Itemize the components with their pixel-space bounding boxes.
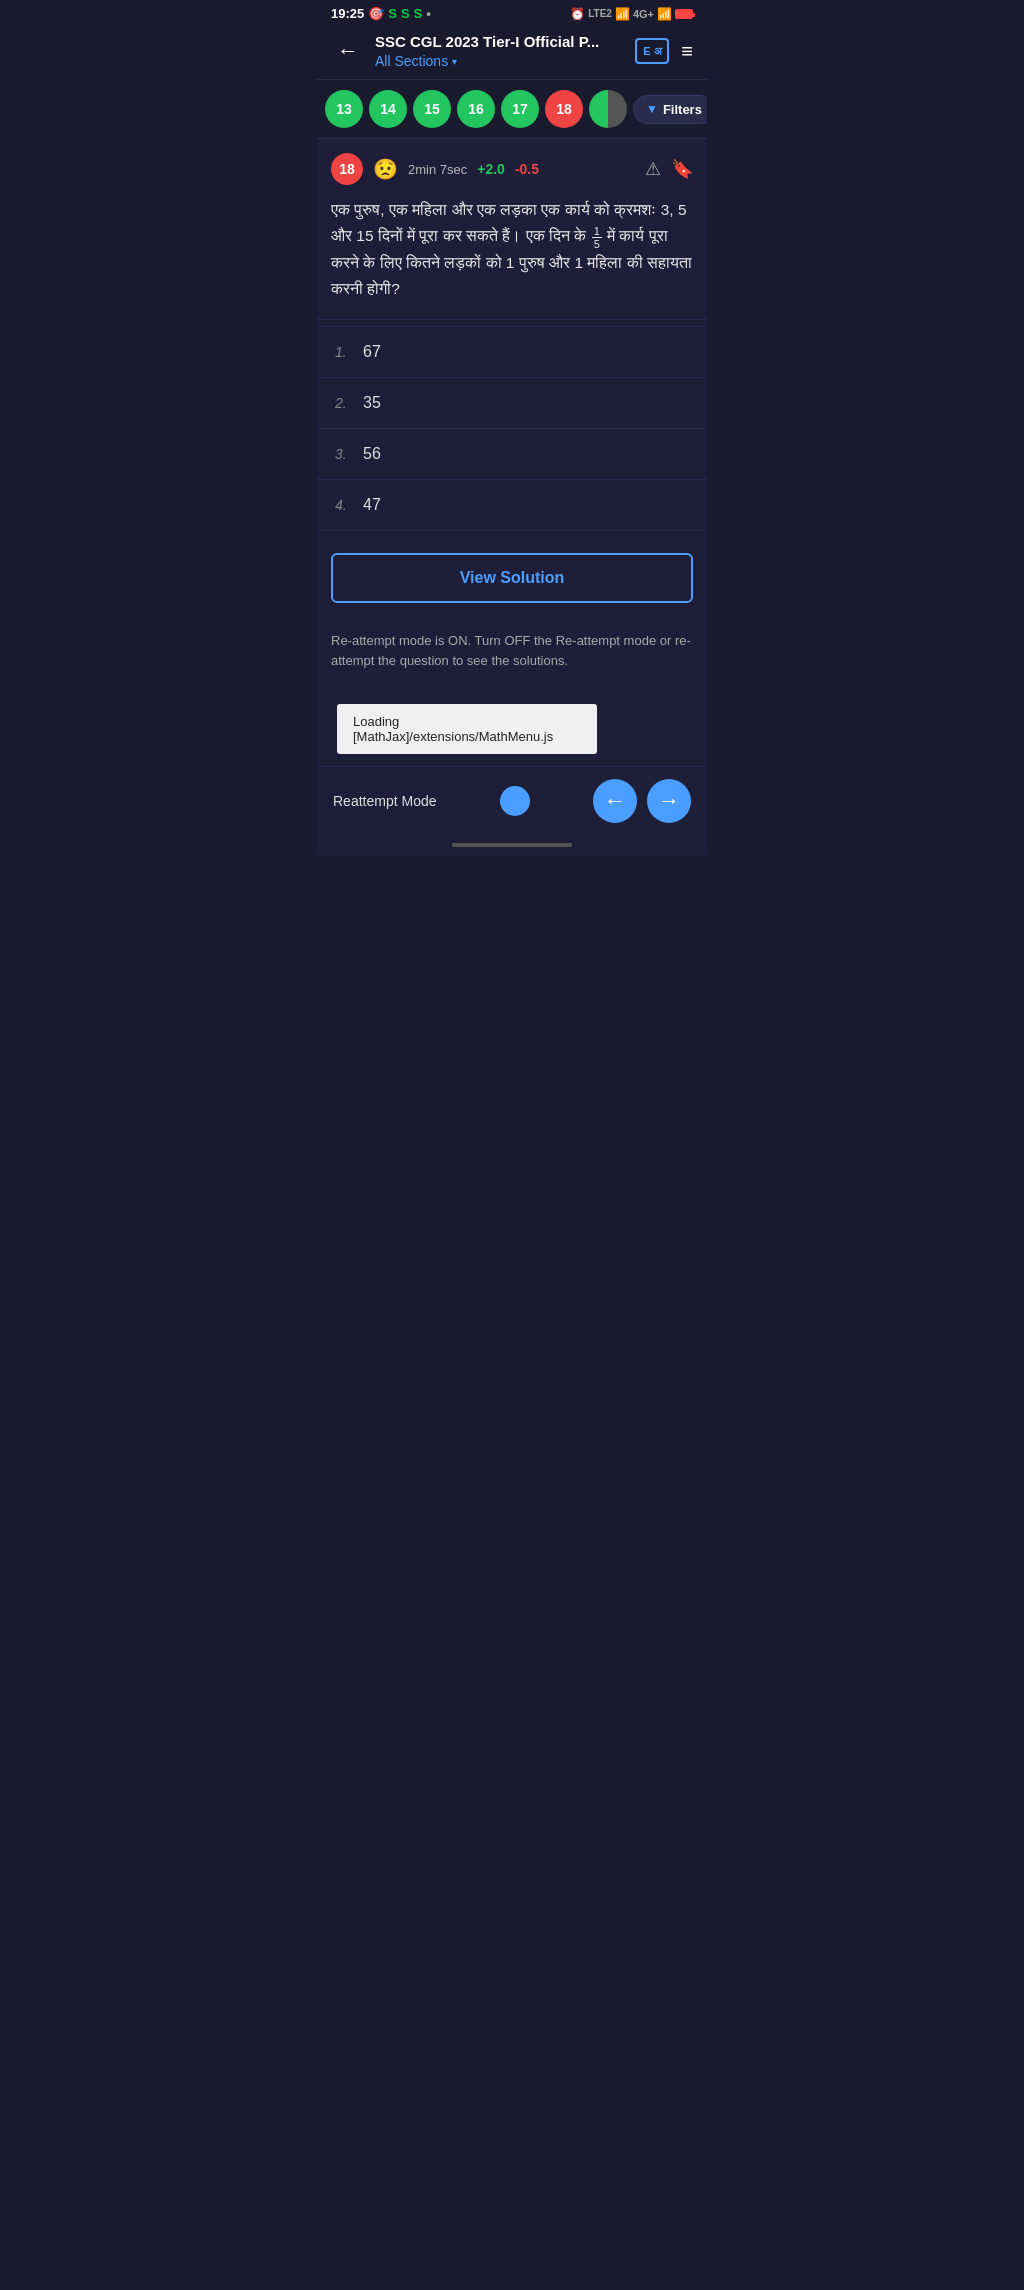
lte2-icon: LTE2 — [588, 8, 612, 19]
question-badge: 18 — [331, 153, 363, 185]
all-sections-dropdown[interactable]: All Sections ▾ — [375, 53, 625, 69]
question-num-17[interactable]: 17 — [501, 90, 539, 128]
option-num-1: 1. — [335, 344, 363, 360]
option-val-3: 56 — [363, 445, 381, 463]
signal-s3: S — [414, 6, 423, 21]
status-bar: 19:25 🎯 S S S • ⏰ LTE2 📶 4G+ 📶 — [317, 0, 707, 25]
negative-marks: -0.5 — [515, 161, 539, 177]
view-solution-section: View Solution — [317, 537, 707, 619]
signal-dot: • — [426, 6, 431, 21]
reattempt-notice: Re-attempt mode is ON. Turn OFF the Re-a… — [317, 619, 707, 693]
signal-s2: S — [401, 6, 410, 21]
navigation-buttons: ← → — [593, 779, 691, 823]
prev-question-button[interactable]: ← — [593, 779, 637, 823]
question-card: 18 😟 2min 7sec +2.0 -0.5 ⚠ 🔖 एक पुरुष, ए… — [317, 139, 707, 320]
all-sections-label: All Sections — [375, 53, 448, 69]
header-icons: E अ ≡ — [635, 38, 693, 64]
time-display: 2min 7sec — [408, 162, 467, 177]
positive-marks: +2.0 — [477, 161, 505, 177]
question-num-19[interactable] — [589, 90, 627, 128]
filters-button[interactable]: ▼ Filters — [633, 95, 707, 124]
reattempt-mode-label: Reattempt Mode — [333, 793, 437, 809]
home-indicator — [317, 835, 707, 855]
header-title-section: SSC CGL 2023 Tier-I Official P... All Se… — [375, 33, 625, 69]
chevron-down-icon: ▾ — [452, 56, 457, 67]
fraction-display: 1 5 — [591, 227, 607, 244]
question-num-18[interactable]: 18 — [545, 90, 583, 128]
option-row-2[interactable]: 2. 35 — [317, 377, 707, 428]
time-display: 19:25 — [331, 6, 364, 21]
loading-bar: Loading [MathJax]/extensions/MathMenu.js — [337, 704, 597, 754]
home-line — [452, 843, 572, 847]
meta-icons: ⚠ 🔖 — [645, 158, 693, 180]
filters-label: Filters — [663, 102, 702, 117]
emotion-icon: 😟 — [373, 157, 398, 181]
battery-icon — [675, 9, 693, 19]
option-val-1: 67 — [363, 343, 381, 361]
book-icon-button[interactable]: E अ — [635, 38, 669, 64]
question-num-13[interactable]: 13 — [325, 90, 363, 128]
view-solution-button[interactable]: View Solution — [331, 553, 693, 603]
question-meta: 18 😟 2min 7sec +2.0 -0.5 ⚠ 🔖 — [331, 153, 693, 185]
option-row-3[interactable]: 3. 56 — [317, 428, 707, 479]
signal-bars: 📶 — [615, 7, 630, 21]
option-num-3: 3. — [335, 446, 363, 462]
filter-icon: ▼ — [646, 102, 658, 116]
signal-icon: 🎯 — [368, 6, 384, 21]
bottom-bar: Reattempt Mode ← → — [317, 766, 707, 835]
option-val-2: 35 — [363, 394, 381, 412]
bookmark-icon[interactable]: 🔖 — [671, 158, 693, 180]
option-num-2: 2. — [335, 395, 363, 411]
option-row-1[interactable]: 1. 67 — [317, 326, 707, 377]
loading-text: Loading [MathJax]/extensions/MathMenu.js — [353, 714, 553, 744]
header: ← SSC CGL 2023 Tier-I Official P... All … — [317, 25, 707, 80]
options-section: 1. 67 2. 35 3. 56 4. 47 — [317, 320, 707, 537]
reattempt-notice-text: Re-attempt mode is ON. Turn OFF the Re-a… — [331, 633, 691, 669]
back-button[interactable]: ← — [331, 36, 365, 66]
reattempt-mode-toggle[interactable] — [500, 786, 530, 816]
next-question-button[interactable]: → — [647, 779, 691, 823]
question-num-14[interactable]: 14 — [369, 90, 407, 128]
option-row-4[interactable]: 4. 47 — [317, 479, 707, 531]
warning-icon[interactable]: ⚠ — [645, 158, 661, 180]
4g-label: 4G+ — [633, 8, 654, 20]
alarm-icon: ⏰ — [570, 7, 585, 21]
status-right: ⏰ LTE2 📶 4G+ 📶 — [570, 7, 693, 21]
fraction-numerator: 1 — [592, 225, 602, 238]
question-num-15[interactable]: 15 — [413, 90, 451, 128]
fraction-denominator: 5 — [592, 238, 602, 250]
loading-section: Loading [MathJax]/extensions/MathMenu.js — [317, 692, 707, 766]
question-strip: 13 14 15 16 17 18 ▼ Filters — [317, 80, 707, 139]
menu-icon-button[interactable]: ≡ — [681, 40, 693, 63]
option-val-4: 47 — [363, 496, 381, 514]
option-num-4: 4. — [335, 497, 363, 513]
book-icon: E अ — [643, 45, 661, 58]
signal-bars-2: 📶 — [657, 7, 672, 21]
question-num-16[interactable]: 16 — [457, 90, 495, 128]
exam-title: SSC CGL 2023 Tier-I Official P... — [375, 33, 625, 51]
question-text: एक पुरुष, एक महिला और एक लड़का एक कार्य … — [331, 197, 693, 303]
signal-s1: S — [388, 6, 397, 21]
